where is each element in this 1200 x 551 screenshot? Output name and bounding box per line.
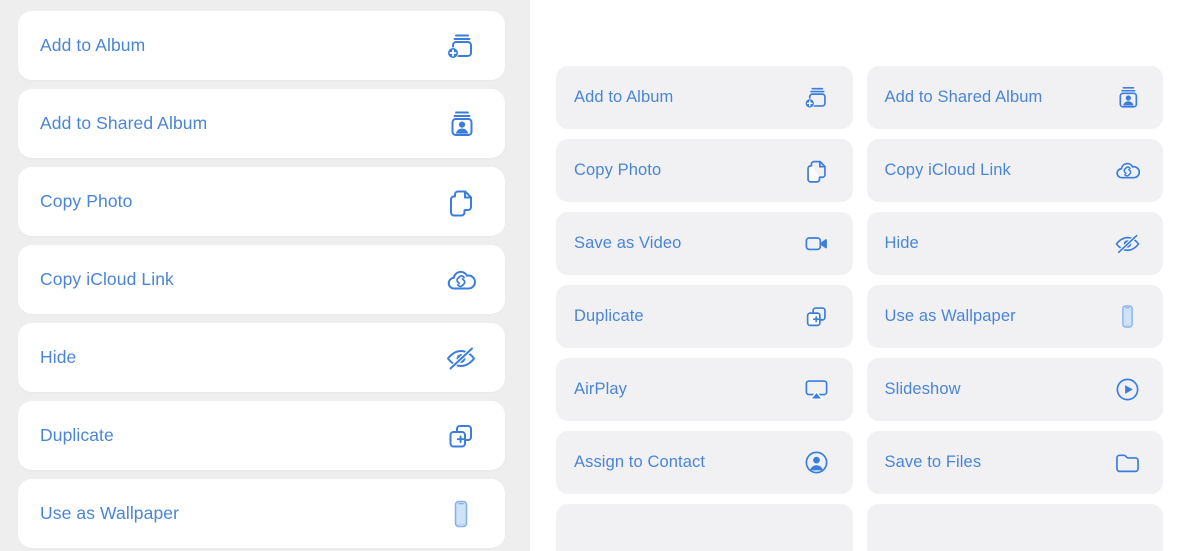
menu-item-copy-icloud-link[interactable]: Copy iCloud Link bbox=[18, 245, 505, 314]
menu-item-label: Add to Album bbox=[574, 88, 674, 106]
add-to-album-icon bbox=[799, 80, 835, 116]
menu-item-assign-to-contact[interactable]: Assign to Contact bbox=[556, 431, 853, 494]
left-menu-panel: Add to Album Add to Shared Album Copy Phot… bbox=[0, 0, 530, 551]
menu-item-label: Save as Video bbox=[574, 234, 682, 252]
menu-item-use-as-wallpaper[interactable]: Use as Wallpaper bbox=[866, 285, 1163, 348]
video-camera-icon bbox=[799, 226, 835, 262]
menu-item-add-to-shared-album[interactable]: Add to Shared Album bbox=[18, 89, 505, 158]
copy-photo-icon bbox=[439, 180, 483, 224]
right-menu-panel: Add to Album Add to Shared Album Copy Phot… bbox=[530, 0, 1200, 551]
add-to-shared-album-icon bbox=[439, 102, 483, 146]
eye-slash-icon bbox=[1109, 226, 1145, 262]
menu-item-label: Add to Shared Album bbox=[40, 113, 208, 133]
left-menu-list: Add to Album Add to Shared Album Copy Phot… bbox=[18, 11, 505, 548]
wallpaper-phone-icon bbox=[439, 492, 483, 536]
menu-item-copy-photo[interactable]: Copy Photo bbox=[556, 139, 853, 202]
menu-item-label: Use as Wallpaper bbox=[40, 503, 180, 523]
menu-item-use-as-wallpaper[interactable]: Use as Wallpaper bbox=[18, 479, 505, 548]
add-to-album-icon bbox=[439, 24, 483, 68]
menu-item-label: Copy Photo bbox=[40, 191, 133, 211]
menu-item-clipped[interactable] bbox=[866, 504, 1163, 551]
menu-item-duplicate[interactable]: Duplicate bbox=[18, 401, 505, 470]
no-icon bbox=[799, 518, 835, 551]
menu-item-label: Hide bbox=[884, 234, 919, 252]
menu-item-airplay[interactable]: AirPlay bbox=[556, 358, 853, 421]
menu-item-slideshow[interactable]: Slideshow bbox=[866, 358, 1163, 421]
duplicate-icon bbox=[439, 414, 483, 458]
menu-item-label: Duplicate bbox=[40, 425, 114, 445]
copy-icloud-link-icon bbox=[1109, 153, 1145, 189]
menu-item-label: AirPlay bbox=[574, 380, 627, 398]
airplay-icon bbox=[799, 372, 835, 408]
menu-item-label: Duplicate bbox=[574, 307, 644, 325]
duplicate-icon bbox=[799, 299, 835, 335]
menu-item-label: Assign to Contact bbox=[574, 453, 706, 471]
menu-item-label: Use as Wallpaper bbox=[884, 307, 1016, 325]
menu-item-clipped[interactable] bbox=[556, 504, 853, 551]
menu-item-label: Add to Shared Album bbox=[884, 88, 1043, 106]
menu-item-hide[interactable]: Hide bbox=[866, 212, 1163, 275]
screenshot-root: Add to Album Add to Shared Album Copy Phot… bbox=[0, 0, 1200, 551]
add-to-shared-album-icon bbox=[1109, 80, 1145, 116]
no-icon bbox=[1109, 518, 1145, 551]
folder-icon bbox=[1109, 445, 1145, 481]
menu-item-label: Add to Album bbox=[40, 35, 146, 55]
menu-item-label: Hide bbox=[40, 347, 77, 367]
play-circle-icon bbox=[1109, 372, 1145, 408]
right-menu-grid: Add to Album Add to Shared Album Copy Phot… bbox=[556, 66, 1163, 551]
wallpaper-phone-icon bbox=[1109, 299, 1145, 335]
menu-item-add-to-album[interactable]: Add to Album bbox=[18, 11, 505, 80]
menu-item-save-to-files[interactable]: Save to Files bbox=[866, 431, 1163, 494]
menu-item-duplicate[interactable]: Duplicate bbox=[556, 285, 853, 348]
menu-item-add-to-shared-album[interactable]: Add to Shared Album bbox=[866, 66, 1163, 129]
copy-photo-icon bbox=[799, 153, 835, 189]
menu-item-copy-photo[interactable]: Copy Photo bbox=[18, 167, 505, 236]
menu-item-label: Copy Photo bbox=[574, 161, 662, 179]
copy-icloud-link-icon bbox=[439, 258, 483, 302]
menu-item-label: Copy iCloud Link bbox=[884, 161, 1011, 179]
menu-item-copy-icloud-link[interactable]: Copy iCloud Link bbox=[866, 139, 1163, 202]
menu-item-label: Copy iCloud Link bbox=[40, 269, 174, 289]
menu-item-label: Slideshow bbox=[884, 380, 961, 398]
menu-item-hide[interactable]: Hide bbox=[18, 323, 505, 392]
menu-item-save-as-video[interactable]: Save as Video bbox=[556, 212, 853, 275]
person-circle-icon bbox=[799, 445, 835, 481]
menu-item-label: Save to Files bbox=[884, 453, 982, 471]
menu-item-add-to-album[interactable]: Add to Album bbox=[556, 66, 853, 129]
eye-slash-icon bbox=[439, 336, 483, 380]
